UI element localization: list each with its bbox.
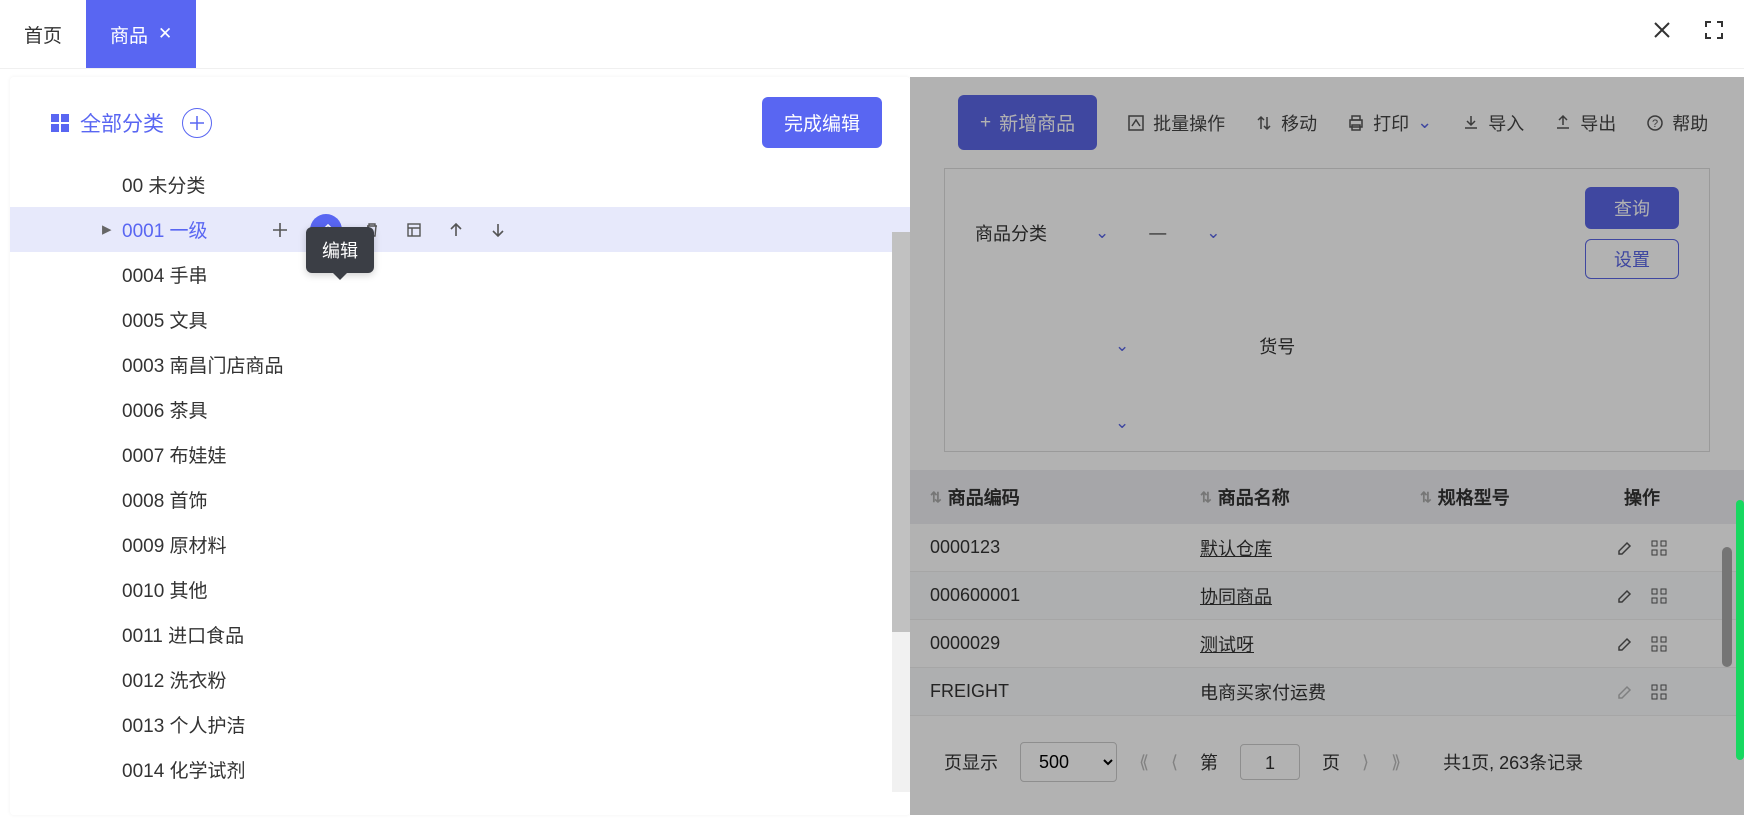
print-icon [1347, 114, 1365, 132]
all-categories-label[interactable]: 全部分类 [80, 108, 164, 138]
edit-tooltip: 编辑 [306, 227, 374, 273]
export-icon [1554, 114, 1572, 132]
category-item[interactable]: 0007 布娃娃 [10, 432, 910, 477]
category-item[interactable]: 0011 进口食品 [10, 612, 910, 657]
category-item[interactable]: 0006 茶具 [10, 387, 910, 432]
tab-bar: 首页 商品 ✕ [0, 0, 1744, 69]
svg-text:?: ? [1652, 118, 1658, 130]
category-item[interactable]: 0005 文具 [10, 297, 910, 342]
query-button[interactable]: 查询 [1585, 187, 1679, 229]
category-item-selected[interactable]: ▸ 0001 一级 [10, 207, 910, 252]
chevron-down-icon[interactable]: ⌄ [1095, 223, 1109, 243]
table-row[interactable]: 0000123 默认仓库 [910, 524, 1744, 572]
page-input[interactable]: 1 [1240, 744, 1300, 780]
product-link[interactable]: 协同商品 [1200, 587, 1272, 607]
category-item[interactable]: 0008 首饰 [10, 477, 910, 522]
category-list: 00 未分类 ▸ 0001 一级 0004 手串 0005 文具 0003 南昌… [10, 162, 910, 825]
table-scrollbar-thumb[interactable] [1722, 547, 1732, 667]
close-icon[interactable]: ✕ [158, 24, 172, 44]
category-item[interactable]: 0004 手串 [10, 252, 910, 297]
move-button[interactable]: 移动 [1255, 110, 1317, 136]
import-icon [1462, 114, 1480, 132]
caret-right-icon: ▸ [102, 218, 112, 241]
add-child-icon[interactable] [268, 218, 292, 242]
pagination: 页显示 500 ⟪ ⟨ 第 1 页 ⟩ ⟫ 共1页, 263条记录 [910, 716, 1744, 808]
move-down-icon[interactable] [486, 218, 510, 242]
row-edit-icon-disabled [1616, 683, 1634, 701]
chevron-down-icon[interactable]: ⌄ [1115, 413, 1129, 433]
pager-prev-icon[interactable]: ⟨ [1171, 752, 1178, 773]
category-item[interactable]: 00 未分类 [10, 162, 910, 207]
products-panel: + 新增商品 批量操作 移动 打印 ⌄ 导入 [910, 77, 1744, 815]
pager-first-icon[interactable]: ⟪ [1139, 752, 1149, 773]
row-more-icon[interactable] [1650, 635, 1668, 653]
window-scrollbar-thumb[interactable] [1736, 500, 1744, 760]
close-all-icon[interactable] [1642, 10, 1682, 50]
sort-icon[interactable]: ⇅ [930, 489, 942, 506]
move-up-icon[interactable] [444, 218, 468, 242]
row-more-icon[interactable] [1650, 587, 1668, 605]
page-size-select[interactable]: 500 [1020, 742, 1117, 782]
scrollbar-thumb[interactable] [892, 232, 910, 632]
product-link[interactable]: 默认仓库 [1200, 539, 1272, 559]
row-more-icon[interactable] [1650, 683, 1668, 701]
toolbar: + 新增商品 批量操作 移动 打印 ⌄ 导入 [910, 77, 1744, 168]
category-item[interactable]: 0009 原材料 [10, 522, 910, 567]
table-row[interactable]: 000600001 协同商品 [910, 572, 1744, 620]
sort-icon[interactable]: ⇅ [1200, 489, 1212, 506]
row-edit-icon[interactable] [1616, 587, 1634, 605]
chevron-down-icon[interactable]: ⌄ [1115, 336, 1129, 356]
category-item[interactable]: 0003 南昌门店商品 [10, 342, 910, 387]
batch-icon [1127, 114, 1145, 132]
row-more-icon[interactable] [1650, 539, 1668, 557]
pager-last-icon[interactable]: ⟫ [1391, 752, 1401, 773]
products-table: ⇅商品编码 ⇅商品名称 ⇅规格型号 操作 0000123 默认仓库 000600… [910, 470, 1744, 716]
print-button[interactable]: 打印 ⌄ [1347, 110, 1432, 136]
pager-summary: 共1页, 263条记录 [1443, 749, 1583, 775]
fullscreen-icon[interactable] [1694, 10, 1734, 50]
tab-products[interactable]: 商品 ✕ [86, 0, 196, 68]
grid-icon [50, 113, 70, 133]
row-edit-icon[interactable] [1616, 539, 1634, 557]
help-icon: ? [1646, 114, 1664, 132]
sort-icon[interactable]: ⇅ [1420, 489, 1432, 506]
filter-panel: 商品分类 ⌄ — ⌄ 查询 设置 ⌄ 货号 ⌄ [944, 168, 1710, 452]
chevron-down-icon[interactable]: ⌄ [1206, 223, 1220, 243]
new-product-button[interactable]: + 新增商品 [958, 95, 1097, 150]
category-item[interactable]: 0013 个人护洁 [10, 702, 910, 747]
finish-edit-button[interactable]: 完成编辑 [762, 97, 882, 148]
category-item[interactable]: 0014 化学试剂 [10, 747, 910, 792]
import-button[interactable]: 导入 [1462, 110, 1524, 136]
product-link[interactable]: 测试呀 [1200, 635, 1254, 655]
help-button[interactable]: ? 帮助 [1646, 110, 1708, 136]
merge-icon[interactable] [402, 218, 426, 242]
batch-button[interactable]: 批量操作 [1127, 110, 1225, 136]
add-category-button[interactable] [182, 108, 212, 138]
table-row[interactable]: 0000029 测试呀 [910, 620, 1744, 668]
filter-category-label: 商品分类 [975, 220, 1055, 246]
plus-icon: + [980, 112, 991, 134]
move-icon [1255, 114, 1273, 132]
filter-dash: — [1149, 223, 1166, 243]
product-name: 电商买家付运费 [1200, 683, 1326, 703]
category-item[interactable]: 0012 洗衣粉 [10, 657, 910, 702]
chevron-down-icon: ⌄ [1417, 112, 1432, 133]
category-item[interactable]: 0010 其他 [10, 567, 910, 612]
tab-home[interactable]: 首页 [0, 0, 86, 68]
row-edit-icon[interactable] [1616, 635, 1634, 653]
settings-button[interactable]: 设置 [1585, 239, 1679, 279]
category-panel: 全部分类 完成编辑 编辑 00 未分类 ▸ 0001 一级 [10, 77, 910, 815]
pager-next-icon[interactable]: ⟩ [1362, 752, 1369, 773]
table-row[interactable]: FREIGHT 电商买家付运费 [910, 668, 1744, 716]
filter-itemno-label: 货号 [1259, 333, 1339, 359]
export-button[interactable]: 导出 [1554, 110, 1616, 136]
